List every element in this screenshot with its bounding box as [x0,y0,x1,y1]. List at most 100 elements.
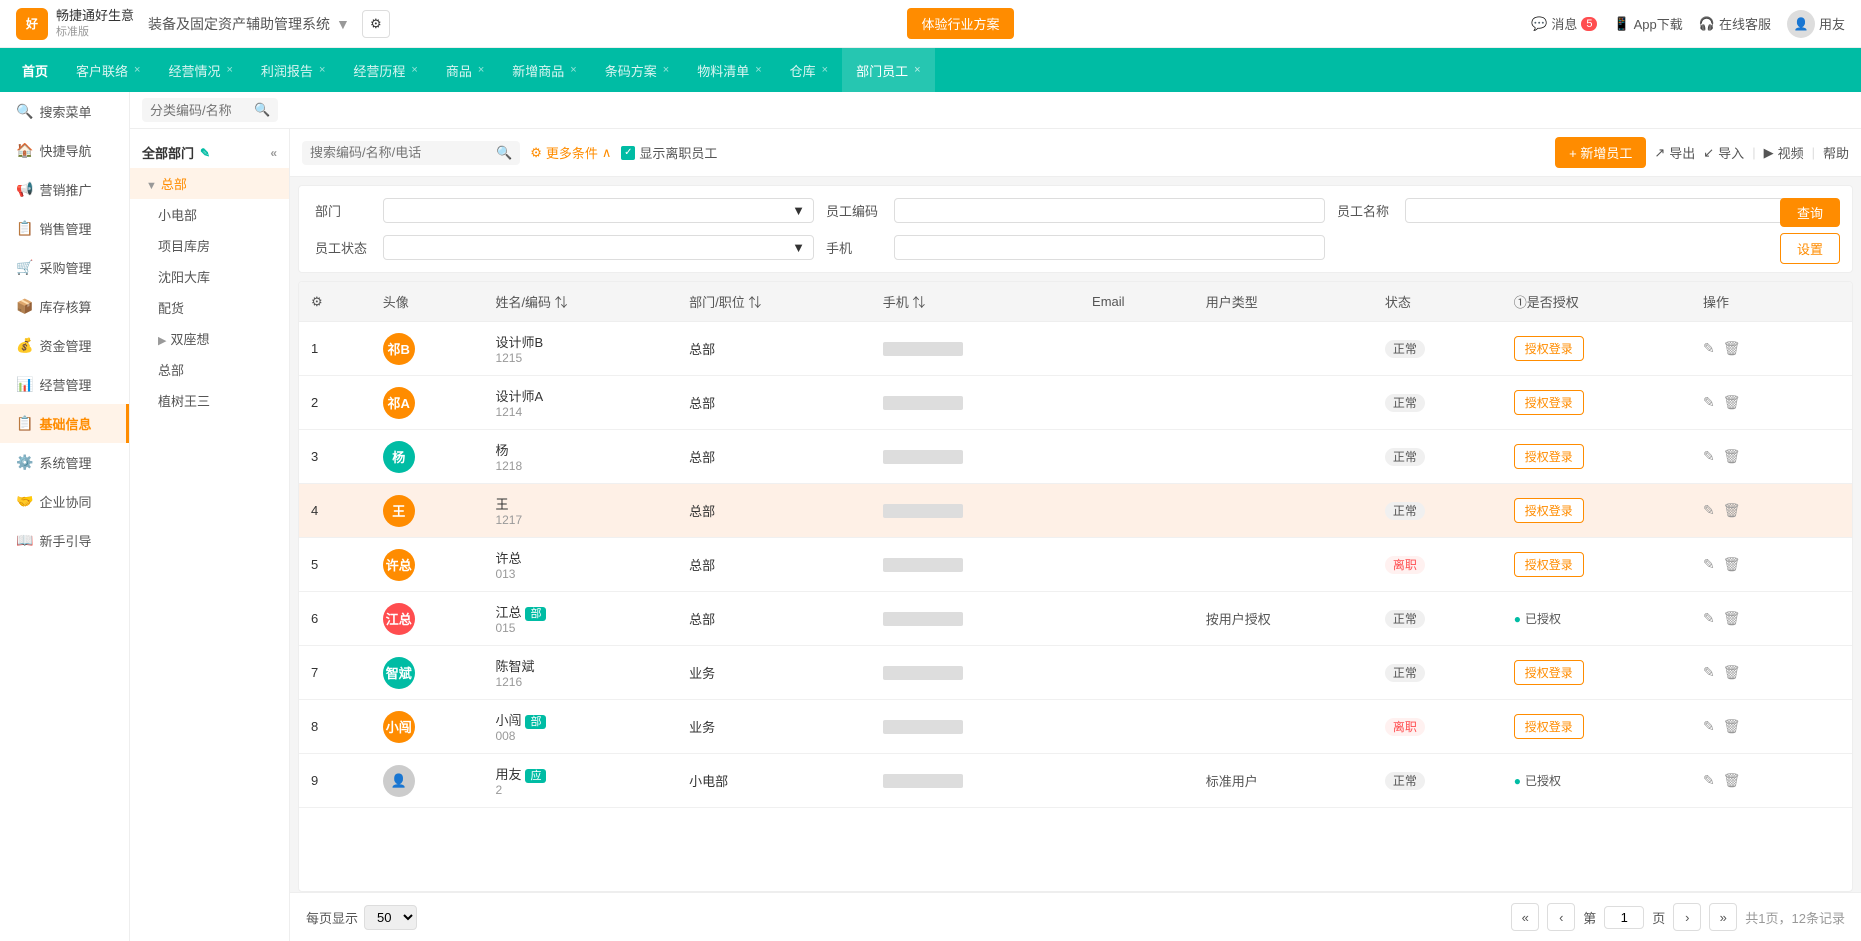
dept-node-xiangmukufang[interactable]: 项目库房 [130,230,289,261]
sidebar-item-inventory[interactable]: 📦库存核算 [0,287,129,326]
auth-button[interactable]: 授权登录 [1514,552,1584,577]
settings-icon-wrap[interactable]: ⚙ [362,10,390,38]
dept-collapse-icon[interactable]: « [270,146,277,160]
edit-icon[interactable]: ✎ [1703,556,1715,573]
edit-icon[interactable]: ✎ [1703,502,1715,519]
edit-icon[interactable]: ✎ [1703,718,1715,735]
col-dept[interactable]: 部门/职位 ⇅ [677,282,871,322]
delete-icon[interactable]: 🗑 [1723,664,1741,681]
auth-button[interactable]: 授权登录 [1514,444,1584,469]
tab-close-icon[interactable]: × [663,64,669,76]
dept-node-peihuo[interactable]: 配货 [130,292,289,323]
prev-page-button[interactable]: ‹ [1547,903,1575,931]
dept-node-zongbu[interactable]: ▼总部 [130,168,289,199]
delete-icon[interactable]: 🗑 [1723,340,1741,357]
auth-button[interactable]: 授权登录 [1514,660,1584,685]
sidebar-item-purchase[interactable]: 🛒采购管理 [0,248,129,287]
user-avatar[interactable]: 👤 用友 [1787,10,1845,38]
help-button[interactable]: 帮助 [1823,143,1849,162]
edit-icon[interactable]: ✎ [1703,664,1715,681]
sidebar-item-finance[interactable]: 💰资金管理 [0,326,129,365]
auth-button[interactable]: 授权登录 [1514,390,1584,415]
col-phone[interactable]: 手机 ⇅ [871,282,1080,322]
sidebar-item-search[interactable]: 🔍搜索菜单 [0,92,129,131]
nav-tab-新增商品[interactable]: 新增商品× [498,48,590,92]
sidebar-item-guide[interactable]: 📖新手引导 [0,521,129,560]
col-name[interactable]: 姓名/编码 ⇅ [483,282,677,322]
message-item[interactable]: 💬 消息 5 [1531,14,1597,33]
dept-node-xiaodianbu[interactable]: 小电部 [130,199,289,230]
edit-icon[interactable]: ✎ [1703,448,1715,465]
nav-tab-客户联络[interactable]: 客户联络× [62,48,154,92]
nav-tab-商品[interactable]: 商品× [432,48,498,92]
query-button[interactable]: 查询 [1780,198,1840,227]
delete-icon[interactable]: 🗑 [1723,772,1741,789]
edit-icon[interactable]: ✎ [1703,394,1715,411]
per-page-select[interactable]: 50 [364,905,417,930]
tab-close-icon[interactable]: × [570,64,576,76]
nav-tab-首页[interactable]: 首页 [8,48,62,92]
dropdown-arrow-icon[interactable]: ▼ [336,16,350,32]
dept-edit-icon[interactable]: ✎ [200,146,210,160]
nav-tab-部门员工[interactable]: 部门员工× [842,48,934,92]
filter-dept-select[interactable]: ▼ [383,198,814,223]
delete-icon[interactable]: 🗑 [1723,556,1741,573]
filter-phone-input[interactable] [894,235,1325,260]
tab-close-icon[interactable]: × [914,64,920,76]
dept-node-shuangzuoxiang[interactable]: ▶双座想 [130,323,289,354]
tab-close-icon[interactable]: × [319,64,325,76]
edit-icon[interactable]: ✎ [1703,610,1715,627]
dept-node-zongbu2[interactable]: 总部 [130,354,289,385]
tab-close-icon[interactable]: × [755,64,761,76]
tab-close-icon[interactable]: × [226,64,232,76]
nav-tab-经营情况[interactable]: 经营情况× [154,48,246,92]
nav-tab-物料清单[interactable]: 物料清单× [683,48,775,92]
online-service-item[interactable]: 🎧 在线客服 [1699,14,1771,33]
sidebar-item-operation[interactable]: 📊经营管理 [0,365,129,404]
sidebar-item-quicknav[interactable]: 🏠快捷导航 [0,131,129,170]
dept-node-shenyangdaku[interactable]: 沈阳大库 [130,261,289,292]
search-input[interactable] [310,145,490,160]
col-settings[interactable]: ⚙ [299,282,371,322]
delete-icon[interactable]: 🗑 [1723,718,1741,735]
delete-icon[interactable]: 🗑 [1723,610,1741,627]
filter-empname-input[interactable] [1405,198,1836,223]
last-page-button[interactable]: » [1709,903,1737,931]
tab-close-icon[interactable]: × [478,64,484,76]
tab-close-icon[interactable]: × [822,64,828,76]
app-download-item[interactable]: 📱 App下载 [1613,14,1682,33]
sidebar-item-system[interactable]: ⚙️系统管理 [0,443,129,482]
classify-search-input[interactable] [150,103,250,118]
sidebar-item-basic[interactable]: 📋基础信息 [0,404,129,443]
filter-empcode-input[interactable] [894,198,1325,223]
delete-icon[interactable]: 🗑 [1723,394,1741,411]
dept-node-zhishuwangsan[interactable]: 植树王三 [130,385,289,416]
auth-button[interactable]: 授权登录 [1514,336,1584,361]
show-resign-checkbox[interactable]: ✓ 显示离职员工 [621,143,717,162]
nav-tab-仓库[interactable]: 仓库× [776,48,842,92]
import-button[interactable]: ↙ 导入 [1703,143,1744,162]
nav-tab-利润报告[interactable]: 利润报告× [247,48,339,92]
more-filter-button[interactable]: ⚙ 更多条件 ∧ [530,143,611,162]
nav-tab-经营历程[interactable]: 经营历程× [339,48,431,92]
delete-icon[interactable]: 🗑 [1723,502,1741,519]
view-button[interactable]: ▶ 视频 [1764,143,1804,162]
page-input[interactable] [1604,906,1644,929]
set-button[interactable]: 设置 [1780,233,1840,264]
nav-tab-条码方案[interactable]: 条码方案× [591,48,683,92]
tab-close-icon[interactable]: × [134,64,140,76]
auth-button[interactable]: 授权登录 [1514,714,1584,739]
sidebar-item-collab[interactable]: 🤝企业协同 [0,482,129,521]
delete-icon[interactable]: 🗑 [1723,448,1741,465]
add-employee-button[interactable]: + 新增员工 [1555,137,1646,168]
edit-icon[interactable]: ✎ [1703,340,1715,357]
edit-icon[interactable]: ✎ [1703,772,1715,789]
auth-button[interactable]: 授权登录 [1514,498,1584,523]
tab-close-icon[interactable]: × [411,64,417,76]
trial-button[interactable]: 体验行业方案 [907,8,1013,39]
first-page-button[interactable]: « [1511,903,1539,931]
filter-empstatus-select[interactable]: ▼ [383,235,814,260]
sidebar-item-marketing[interactable]: 📢营销推广 [0,170,129,209]
next-page-button[interactable]: › [1673,903,1701,931]
export-button[interactable]: ↗ 导出 [1654,143,1695,162]
